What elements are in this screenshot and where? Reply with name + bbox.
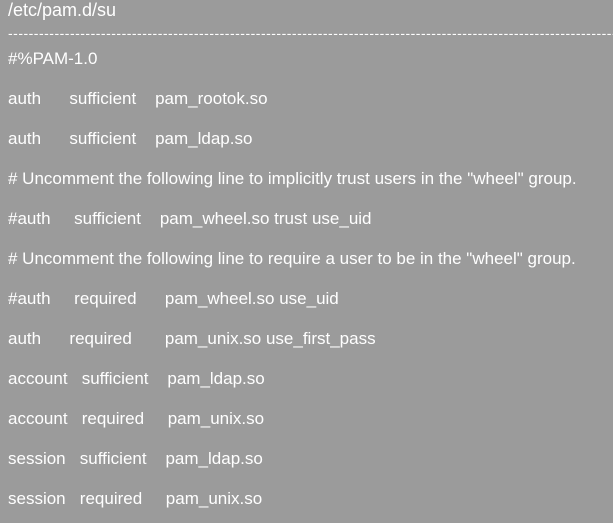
- config-line: session required pam_unix.so: [8, 489, 605, 509]
- config-line: session sufficient pam_ldap.so: [8, 449, 605, 469]
- comment-line: # Uncomment the following line to implic…: [8, 169, 605, 189]
- config-line: account required pam_unix.so: [8, 409, 605, 429]
- config-line: auth required pam_unix.so use_first_pass: [8, 329, 605, 349]
- config-line: #auth required pam_wheel.so use_uid: [8, 289, 605, 309]
- config-line: auth sufficient pam_rootok.so: [8, 89, 605, 109]
- config-line: auth sufficient pam_ldap.so: [8, 129, 605, 149]
- config-line: #auth sufficient pam_wheel.so trust use_…: [8, 209, 605, 229]
- file-path: /etc/pam.d/su: [0, 0, 613, 25]
- comment-line: # Uncomment the following line to requir…: [8, 249, 605, 269]
- divider-line: ----------------------------------------…: [0, 25, 613, 41]
- config-line: account sufficient pam_ldap.so: [8, 369, 605, 389]
- file-content: #%PAM-1.0 auth sufficient pam_rootok.so …: [0, 41, 613, 509]
- pam-header: #%PAM-1.0: [8, 49, 605, 69]
